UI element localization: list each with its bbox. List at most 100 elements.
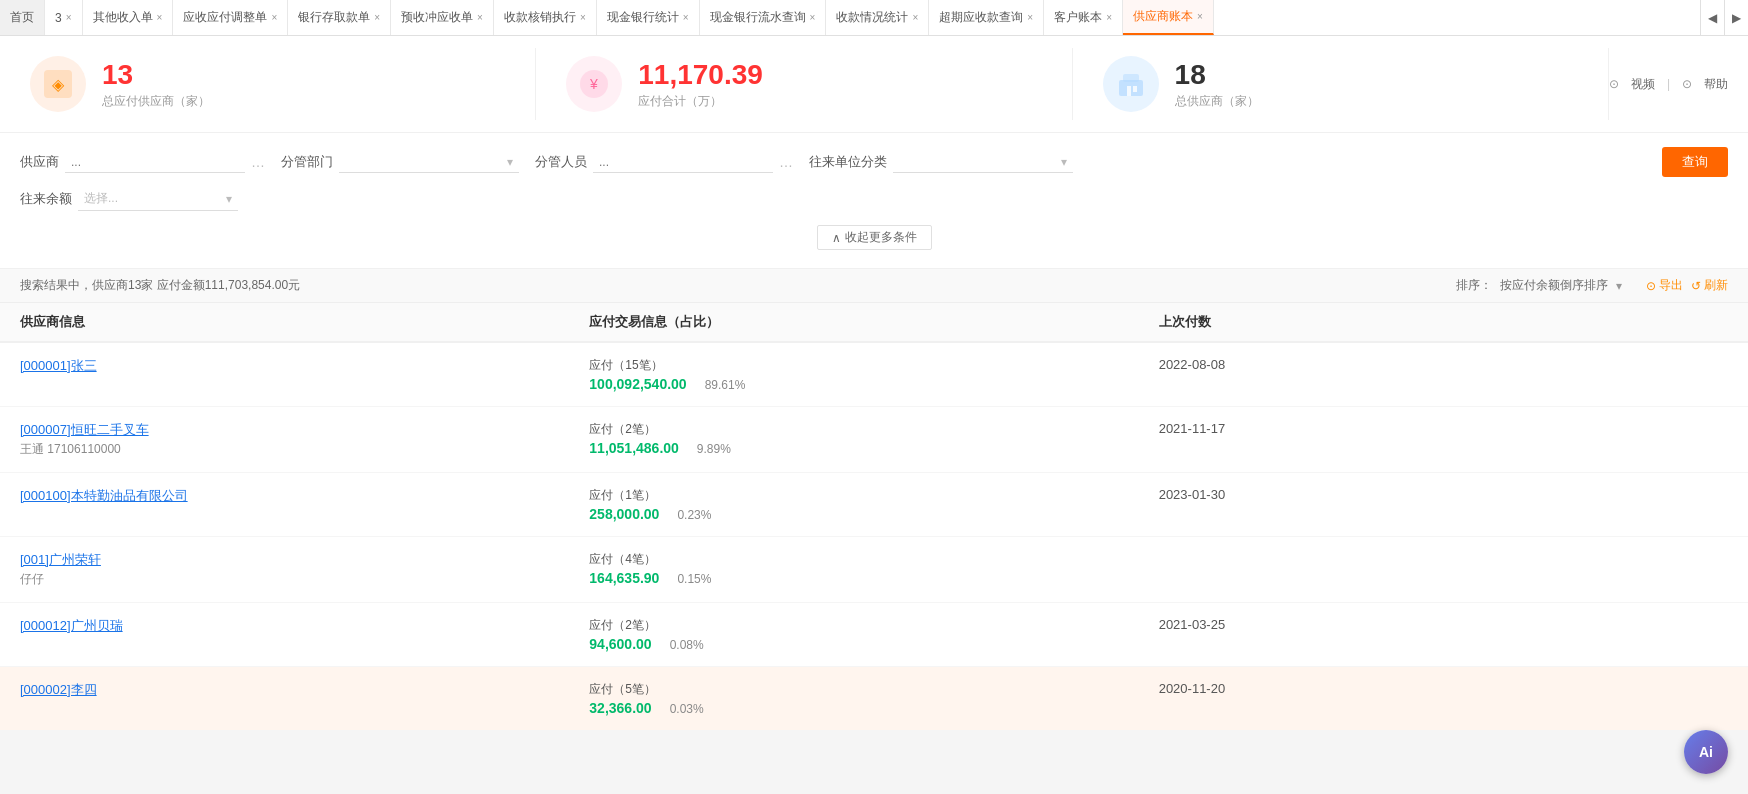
supplier-info-col: [001]广州荣轩 仔仔 bbox=[20, 551, 589, 588]
summary-card-payable-total: ¥ 11,170.39 应付合计（万） bbox=[536, 48, 1072, 120]
nav-tab-prepay-close[interactable]: × bbox=[477, 12, 483, 23]
filter-area: 供应商 … 分管部门 ▾ 分管人员 … 往来单位分类 ▾ 查询 bbox=[0, 133, 1748, 269]
summary-label-3: 总供应商（家） bbox=[1175, 93, 1259, 110]
filter-row-2: 往来余额 选择... ▾ bbox=[20, 187, 1728, 211]
nav-tab-prepay[interactable]: 预收冲应收单 × bbox=[391, 0, 494, 35]
last-pay-date: 2023-01-30 bbox=[1159, 487, 1226, 502]
supplier-name-link[interactable]: [001]广州荣轩 bbox=[20, 552, 101, 567]
sort-label: 排序： bbox=[1456, 277, 1492, 294]
trans-amount: 258,000.00 bbox=[589, 506, 659, 522]
trans-amount: 164,635.90 bbox=[589, 570, 659, 586]
trans-amount: 100,092,540.00 bbox=[589, 376, 686, 392]
summary-label-1: 总应付供应商（家） bbox=[102, 93, 210, 110]
search-button[interactable]: 查询 bbox=[1662, 147, 1728, 177]
nav-tab-cash-query[interactable]: 现金银行流水查询 × bbox=[700, 0, 827, 35]
summary-number-3: 18 bbox=[1175, 58, 1259, 92]
supplier-sub: 王通 17106110000 bbox=[20, 441, 589, 458]
supplier-name-link[interactable]: [000007]恒旺二手叉车 bbox=[20, 422, 149, 437]
summary-number-1: 13 bbox=[102, 58, 210, 92]
nav-tab-receipt[interactable]: 收款核销执行 × bbox=[494, 0, 597, 35]
svg-rect-6 bbox=[1127, 86, 1131, 96]
nav-tab-overdue[interactable]: 超期应收款查询 × bbox=[929, 0, 1044, 35]
col-last-pay: 上次付数 bbox=[1159, 313, 1728, 331]
category-select[interactable]: ▾ bbox=[893, 152, 1073, 173]
trans-amount: 32,366.00 bbox=[589, 700, 651, 716]
nav-tab-collect-stat-close[interactable]: × bbox=[912, 12, 918, 23]
nav-tab-receipt-close[interactable]: × bbox=[580, 12, 586, 23]
nav-tab-collect-stat[interactable]: 收款情况统计 × bbox=[826, 0, 929, 35]
table-row: [000007]恒旺二手叉车 王通 17106110000 应付（2笔） 11,… bbox=[0, 407, 1748, 473]
trans-amount-row: 164,635.90 0.15% bbox=[589, 568, 1158, 586]
balance-select[interactable]: 选择... ▾ bbox=[78, 187, 238, 211]
svg-rect-5 bbox=[1123, 74, 1139, 82]
nav-tab-bank[interactable]: 银行存取款单 × bbox=[288, 0, 391, 35]
supplier-input[interactable] bbox=[65, 152, 245, 173]
nav-tab-other-income-close[interactable]: × bbox=[157, 12, 163, 23]
svg-rect-7 bbox=[1133, 86, 1137, 92]
balance-label: 往来余额 bbox=[20, 190, 72, 208]
trans-amount-row: 258,000.00 0.23% bbox=[589, 504, 1158, 522]
category-label: 往来单位分类 bbox=[809, 153, 887, 171]
supplier-name-link[interactable]: [000002]李四 bbox=[20, 682, 97, 697]
nav-tab-overdue-label: 超期应收款查询 bbox=[939, 9, 1023, 26]
trans-amount: 94,600.00 bbox=[589, 636, 651, 652]
svg-text:¥: ¥ bbox=[589, 76, 598, 92]
nav-tab-bank-label: 银行存取款单 bbox=[298, 9, 370, 26]
nav-tab-adjust[interactable]: 应收应付调整单 × bbox=[173, 0, 288, 35]
summary-icon-1: ◈ bbox=[30, 56, 86, 112]
collapse-button-label: 收起更多条件 bbox=[845, 229, 917, 246]
nav-right-arrow[interactable]: ▶ bbox=[1724, 0, 1748, 36]
nav-tab-customer-book[interactable]: 客户账本 × bbox=[1044, 0, 1123, 35]
supplier-more-icon[interactable]: … bbox=[251, 154, 265, 170]
nav-tab-adjust-close[interactable]: × bbox=[271, 12, 277, 23]
sort-select[interactable]: 按应付余额倒序排序 bbox=[1500, 277, 1608, 294]
top-navigation: 首页 3 × 其他收入单 × 应收应付调整单 × 银行存取款单 × 预收冲应收单… bbox=[0, 0, 1748, 36]
nav-tab-3-close[interactable]: × bbox=[66, 12, 72, 23]
summary-label-2: 应付合计（万） bbox=[638, 93, 763, 110]
video-link[interactable]: 视频 bbox=[1631, 76, 1655, 93]
person-more-icon[interactable]: … bbox=[779, 154, 793, 170]
summary-number-2: 11,170.39 bbox=[638, 58, 763, 92]
table-row: [000100]本特勤油品有限公司 应付（1笔） 258,000.00 0.23… bbox=[0, 473, 1748, 537]
nav-tab-other-income[interactable]: 其他收入单 × bbox=[83, 0, 174, 35]
nav-tab-customer-book-label: 客户账本 bbox=[1054, 9, 1102, 26]
nav-tab-adjust-label: 应收应付调整单 bbox=[183, 9, 267, 26]
dept-select[interactable]: ▾ bbox=[339, 152, 519, 173]
nav-tab-overdue-close[interactable]: × bbox=[1027, 12, 1033, 23]
trans-percent: 0.03% bbox=[670, 702, 704, 716]
export-label: 导出 bbox=[1659, 277, 1683, 294]
nav-tab-home[interactable]: 首页 bbox=[0, 0, 45, 35]
supplier-name-link[interactable]: [000100]本特勤油品有限公司 bbox=[20, 488, 188, 503]
nav-tab-cash-query-label: 现金银行流水查询 bbox=[710, 9, 806, 26]
help-link[interactable]: 帮助 bbox=[1704, 76, 1728, 93]
summary-card-suppliers-payable: ◈ 13 总应付供应商（家） bbox=[0, 48, 536, 120]
trans-label: 应付（4笔） bbox=[589, 551, 1158, 568]
supplier-sub: 仔仔 bbox=[20, 571, 589, 588]
last-pay-date: 2021-11-17 bbox=[1159, 421, 1226, 436]
refresh-button[interactable]: ↺ 刷新 bbox=[1691, 277, 1728, 294]
export-icon: ⊙ bbox=[1646, 279, 1656, 293]
trans-amount-row: 100,092,540.00 89.61% bbox=[589, 374, 1158, 392]
supplier-name-link[interactable]: [000012]广州贝瑞 bbox=[20, 618, 123, 633]
nav-tab-cash-stat-close[interactable]: × bbox=[683, 12, 689, 23]
nav-tab-supplier-book-close[interactable]: × bbox=[1197, 11, 1203, 22]
nav-tab-supplier-book[interactable]: 供应商账本 × bbox=[1123, 0, 1214, 35]
nav-tab-cash-query-close[interactable]: × bbox=[810, 12, 816, 23]
nav-left-arrow[interactable]: ◀ bbox=[1700, 0, 1724, 36]
last-pay-col: 2021-03-25 bbox=[1159, 617, 1728, 632]
nav-tab-3[interactable]: 3 × bbox=[45, 0, 83, 35]
person-input[interactable] bbox=[593, 152, 773, 173]
nav-tab-bank-close[interactable]: × bbox=[374, 12, 380, 23]
trans-label: 应付（15笔） bbox=[589, 357, 1158, 374]
supplier-name-link[interactable]: [000001]张三 bbox=[20, 358, 97, 373]
trans-info-col: 应付（4笔） 164,635.90 0.15% bbox=[589, 551, 1158, 586]
nav-tab-customer-book-close[interactable]: × bbox=[1106, 12, 1112, 23]
nav-tab-cash-stat[interactable]: 现金银行统计 × bbox=[597, 0, 700, 35]
filter-supplier: 供应商 … bbox=[20, 152, 265, 173]
collapse-button[interactable]: ∧ 收起更多条件 bbox=[817, 225, 932, 250]
last-pay-date: 2020-11-20 bbox=[1159, 681, 1226, 696]
table-header: 供应商信息 应付交易信息（占比） 上次付数 bbox=[0, 303, 1748, 343]
trans-info-col: 应付（2笔） 94,600.00 0.08% bbox=[589, 617, 1158, 652]
col-trans-info: 应付交易信息（占比） bbox=[589, 313, 1158, 331]
export-button[interactable]: ⊙ 导出 bbox=[1646, 277, 1683, 294]
